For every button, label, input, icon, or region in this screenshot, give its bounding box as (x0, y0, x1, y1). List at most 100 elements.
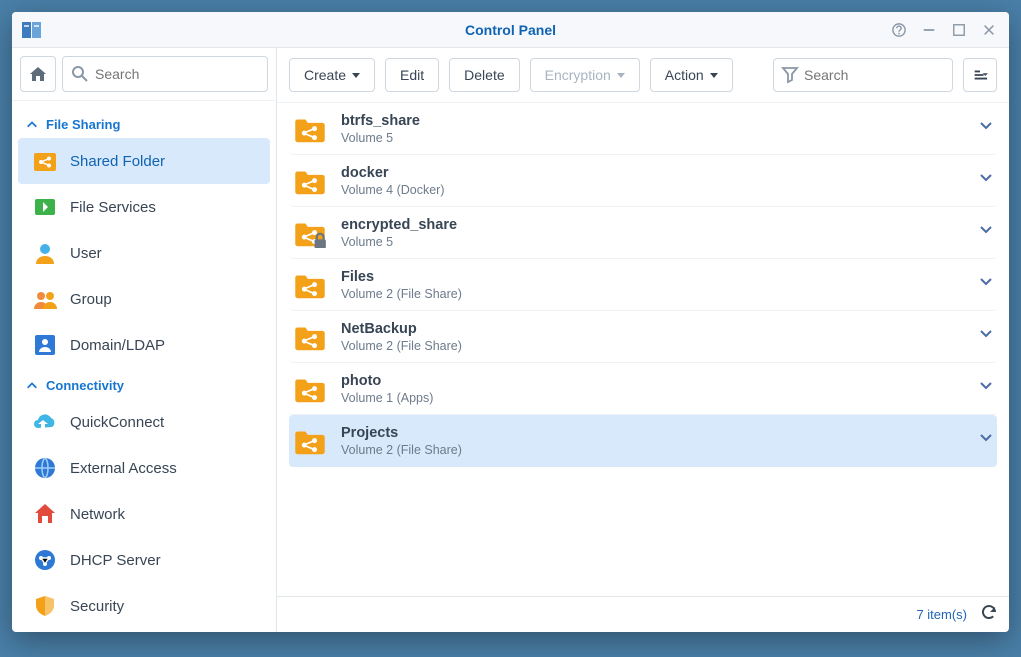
folder-row[interactable]: Files Volume 2 (File Share) (289, 259, 997, 311)
folder-subtitle: Volume 5 (341, 131, 965, 145)
main-area: Create Edit Delete Encryption Action btr… (277, 48, 1009, 632)
chevron-up-icon (26, 119, 38, 131)
shared-folder-icon (293, 323, 327, 351)
folder-name: Files (341, 269, 965, 285)
chevron-up-icon (26, 380, 38, 392)
group-icon (32, 286, 58, 312)
folder-list: btrfs_share Volume 5 docker Volume 4 (Docke… (277, 103, 1009, 596)
sidebar-item-file-services[interactable]: File Services (18, 184, 270, 230)
sidebar-item-label: Group (70, 291, 112, 308)
encrypted-folder-icon (293, 219, 327, 247)
create-button[interactable]: Create (289, 58, 375, 92)
globe-icon (32, 455, 58, 481)
sidebar-item-group[interactable]: Group (18, 276, 270, 322)
sidebar-item-label: Network (70, 506, 125, 523)
folder-row[interactable]: docker Volume 4 (Docker) (289, 155, 997, 207)
dhcp-icon (32, 547, 58, 573)
caret-down-icon (352, 73, 360, 78)
delete-button[interactable]: Delete (449, 58, 519, 92)
toolbar: Create Edit Delete Encryption Action (277, 48, 1009, 103)
sidebar-item-network[interactable]: Network (18, 491, 270, 537)
window-title: Control Panel (12, 22, 1009, 38)
shared-folder-icon (293, 115, 327, 143)
shared-folder-icon (293, 167, 327, 195)
chevron-down-icon[interactable] (979, 171, 993, 190)
folder-subtitle: Volume 1 (Apps) (341, 391, 965, 405)
folder-row[interactable]: encrypted_share Volume 5 (289, 207, 997, 259)
folder-name: docker (341, 165, 965, 181)
sidebar-item-label: User (70, 245, 102, 262)
folder-subtitle: Volume 5 (341, 235, 965, 249)
sidebar-item-user[interactable]: User (18, 230, 270, 276)
folder-row[interactable]: NetBackup Volume 2 (File Share) (289, 311, 997, 363)
statusbar: 7 item(s) (277, 596, 1009, 632)
toolbar-search (773, 58, 953, 92)
folder-subtitle: Volume 2 (File Share) (341, 443, 965, 457)
share-folder-icon (32, 148, 58, 174)
chevron-down-icon[interactable] (979, 119, 993, 138)
titlebar: Control Panel (12, 12, 1009, 48)
action-button[interactable]: Action (650, 58, 733, 92)
folder-row[interactable]: photo Volume 1 (Apps) (289, 363, 997, 415)
domain-icon (32, 332, 58, 358)
sidebar-item-dhcp-server[interactable]: DHCP Server (18, 537, 270, 583)
sidebar-section-header[interactable]: File Sharing (12, 107, 276, 138)
chevron-down-icon[interactable] (979, 379, 993, 398)
sort-button[interactable] (963, 58, 997, 92)
sidebar: File Sharing Shared Folder File Services Us… (12, 48, 277, 632)
file-services-icon (32, 194, 58, 220)
sidebar-section-header[interactable]: Connectivity (12, 368, 276, 399)
reload-button[interactable] (981, 604, 997, 625)
shared-folder-icon (293, 271, 327, 299)
chevron-down-icon[interactable] (979, 275, 993, 294)
sidebar-item-label: Security (70, 598, 124, 615)
caret-down-icon (710, 73, 718, 78)
toolbar-search-input[interactable] (773, 58, 953, 92)
edit-button[interactable]: Edit (385, 58, 439, 92)
shared-folder-icon (293, 375, 327, 403)
folder-name: photo (341, 373, 965, 389)
shared-folder-icon (293, 427, 327, 455)
search-icon (71, 65, 89, 83)
sidebar-item-shared-folder[interactable]: Shared Folder (18, 138, 270, 184)
app-icon (22, 20, 42, 40)
help-icon[interactable] (885, 18, 913, 42)
chevron-down-icon[interactable] (979, 431, 993, 450)
funnel-icon (781, 66, 799, 84)
encryption-button[interactable]: Encryption (530, 58, 640, 92)
sidebar-item-quickconnect[interactable]: QuickConnect (18, 399, 270, 445)
close-icon[interactable] (975, 18, 1003, 42)
item-count: 7 item(s) (916, 607, 967, 622)
sidebar-search (62, 56, 268, 92)
folder-subtitle: Volume 2 (File Share) (341, 339, 965, 353)
folder-name: btrfs_share (341, 113, 965, 129)
maximize-icon[interactable] (945, 18, 973, 42)
folder-row[interactable]: btrfs_share Volume 5 (289, 103, 997, 155)
sidebar-item-label: Domain/LDAP (70, 337, 165, 354)
sidebar-item-label: DHCP Server (70, 552, 161, 569)
chevron-down-icon[interactable] (979, 223, 993, 242)
shield-icon (32, 593, 58, 619)
sidebar-item-external-access[interactable]: External Access (18, 445, 270, 491)
folder-name: encrypted_share (341, 217, 965, 233)
control-panel-window: Control Panel File SharingShared FolderF… (12, 12, 1009, 632)
folder-name: Projects (341, 425, 965, 441)
cloud-icon (32, 409, 58, 435)
sidebar-search-input[interactable] (62, 56, 268, 92)
minimize-icon[interactable] (915, 18, 943, 42)
chevron-down-icon[interactable] (979, 327, 993, 346)
network-icon (32, 501, 58, 527)
caret-down-icon (617, 73, 625, 78)
folder-name: NetBackup (341, 321, 965, 337)
sidebar-item-label: External Access (70, 460, 177, 477)
folder-subtitle: Volume 4 (Docker) (341, 183, 965, 197)
folder-row[interactable]: Projects Volume 2 (File Share) (289, 415, 997, 467)
user-icon (32, 240, 58, 266)
home-button[interactable] (20, 56, 56, 92)
sidebar-item-label: QuickConnect (70, 414, 164, 431)
sidebar-item-label: Shared Folder (70, 153, 165, 170)
sidebar-item-label: File Services (70, 199, 156, 216)
sidebar-item-security[interactable]: Security (18, 583, 270, 629)
folder-subtitle: Volume 2 (File Share) (341, 287, 965, 301)
sidebar-item-domain-ldap[interactable]: Domain/LDAP (18, 322, 270, 368)
